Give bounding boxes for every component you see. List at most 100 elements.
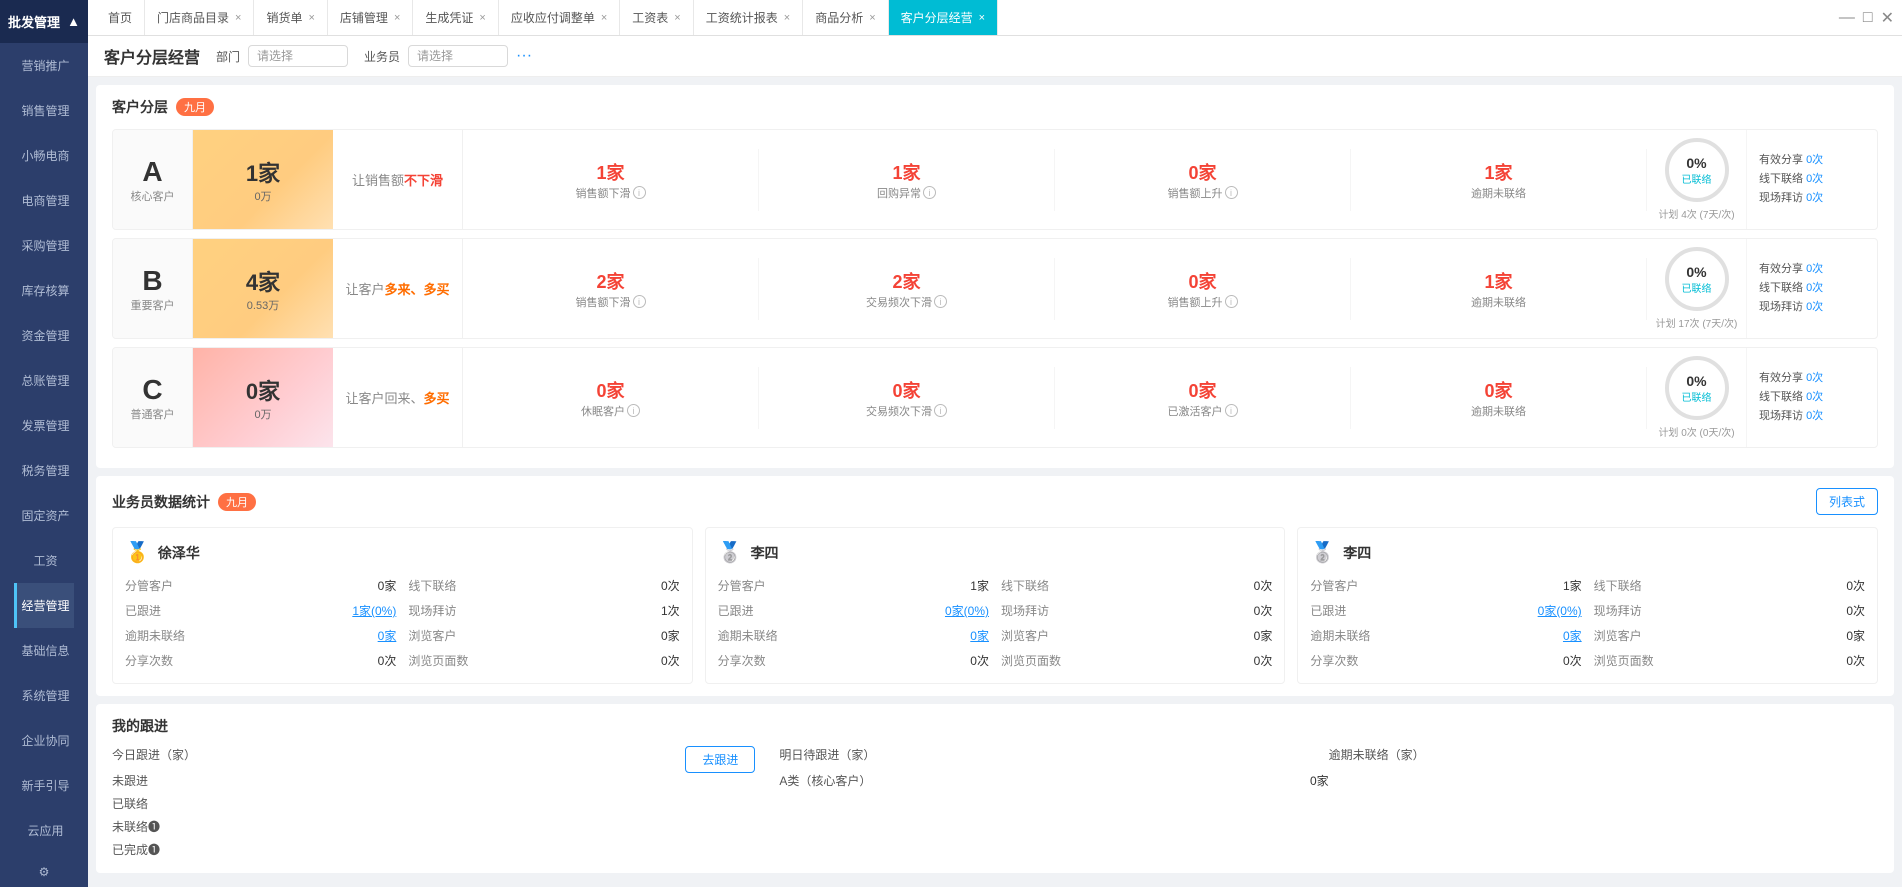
tier-right-row-2-0: 有效分享 0次 — [1759, 369, 1865, 385]
staff-stat-label-2-4: 逾期未联络 — [1310, 627, 1370, 644]
tab-close-6[interactable]: × — [674, 12, 680, 24]
sidebar-header-label: 批发管理 — [8, 12, 60, 31]
sidebar-item-11[interactable]: 工资 — [14, 538, 73, 583]
sidebar-item-6[interactable]: 资金管理 — [14, 313, 73, 358]
tier-slogan-highlight-2: 多买 — [424, 388, 450, 407]
tier-right-col-2: 有效分享 0次线下联络 0次现场拜访 0次 — [1747, 348, 1877, 447]
sidebar-item-1[interactable]: 销售管理 — [14, 88, 73, 133]
sidebar-item-13[interactable]: 基础信息 — [14, 628, 73, 673]
circle-plan-1: 计划 17次 (7天/次) — [1656, 315, 1738, 330]
dept-select[interactable]: 请选择 — [248, 45, 348, 67]
sidebar-settings[interactable]: ⚙ — [0, 853, 88, 887]
staff-stat-value-1-4[interactable]: 0家 — [970, 627, 989, 644]
sidebar-item-2[interactable]: 小畅电商 — [14, 133, 73, 178]
tab-item-5[interactable]: 应收应付调整单× — [499, 0, 620, 36]
sidebar-item-14[interactable]: 系统管理 — [14, 673, 73, 718]
go-follow-col: 去跟进 — [661, 746, 779, 773]
info-icon-0-1[interactable]: i — [923, 186, 936, 199]
stat-label-0-0: 销售额下滑i — [576, 185, 646, 201]
tomorrow-follow-col: 明日待跟进（家） A类（核心客户） 0家 — [779, 746, 1328, 792]
follow-grid: 今日跟进（家） 未跟进 已联络 未联络❶ 已完成❶ — [112, 746, 1878, 861]
tier-name-0: 核心客户 — [131, 188, 175, 204]
tab-item-2[interactable]: 销货单× — [254, 0, 327, 36]
staff-stat-value-2-4[interactable]: 0家 — [1563, 627, 1582, 644]
right-num-2-2: 0次 — [1806, 410, 1823, 422]
tab-item-0[interactable]: 首页 — [96, 0, 145, 36]
info-icon-1-1[interactable]: i — [934, 295, 947, 308]
tier-contact-col-2: 0% 已联络 计划 0次 (0天/次) — [1647, 348, 1747, 447]
staff-stat-row-1-6: 分享次数 0次 — [718, 650, 989, 671]
tier-stat-2-3: 0家逾期未联络 — [1351, 367, 1647, 429]
sidebar-item-16[interactable]: 新手引导 — [14, 763, 73, 808]
sidebar-item-8[interactable]: 发票管理 — [14, 403, 73, 448]
tier-slogan-highlight-1: 多来、多买 — [385, 279, 450, 298]
sidebar-item-9[interactable]: 税务管理 — [14, 448, 73, 493]
staff-card-0: 🥇徐泽华 分管客户 0家 线下联络 0次 已跟进 1家(0%) 现场拜访 1次 … — [112, 527, 693, 684]
tomorrow-num-a: 0家 — [1310, 772, 1329, 789]
info-icon-2-1[interactable]: i — [934, 404, 947, 417]
staff-stat-value-1-2[interactable]: 0家(0%) — [945, 602, 989, 619]
staff-stat-row-0-5: 浏览客户 0家 — [408, 625, 679, 646]
tab-item-6[interactable]: 工资表× — [620, 0, 693, 36]
staff-stat-value-0-4[interactable]: 0家 — [378, 627, 397, 644]
info-icon-0-2[interactable]: i — [1225, 186, 1238, 199]
tab-action-close[interactable]: ✕ — [1881, 8, 1894, 28]
tab-close-7[interactable]: × — [784, 12, 790, 24]
info-icon-1-0[interactable]: i — [633, 295, 646, 308]
main-area: 首页门店商品目录×销货单×店铺管理×生成凭证×应收应付调整单×工资表×工资统计报… — [88, 0, 1902, 887]
info-icon-2-0[interactable]: i — [627, 404, 640, 417]
sidebar-item-0[interactable]: 营销推广 — [14, 43, 73, 88]
sidebar-item-12[interactable]: 经营管理 — [14, 583, 73, 628]
tier-count-sub-2: 0万 — [254, 406, 271, 422]
go-follow-button[interactable]: 去跟进 — [685, 746, 755, 773]
info-icon-2-2[interactable]: i — [1225, 404, 1238, 417]
list-view-button[interactable]: 列表式 — [1816, 488, 1878, 515]
right-label-1-1: 线下联络 — [1759, 282, 1806, 294]
tab-item-8[interactable]: 商品分析× — [803, 0, 888, 36]
sidebar-item-7[interactable]: 总账管理 — [14, 358, 73, 403]
staff-stat-value-0-2[interactable]: 1家(0%) — [352, 602, 396, 619]
staff-stat-row-0-3: 现场拜访 1次 — [408, 600, 679, 621]
staff-stat-value-2-1: 0次 — [1846, 577, 1865, 594]
tab-item-1[interactable]: 门店商品目录× — [145, 0, 254, 36]
tab-close-1[interactable]: × — [235, 12, 241, 24]
tab-close-2[interactable]: × — [308, 12, 314, 24]
tab-action-minus[interactable]: — — [1839, 9, 1855, 27]
tab-item-4[interactable]: 生成凭证× — [413, 0, 498, 36]
staff-select[interactable]: 请选择 — [408, 45, 508, 67]
stat-label-1-3: 逾期未联络 — [1471, 294, 1526, 310]
more-options-icon[interactable]: ··· — [516, 47, 532, 65]
tab-item-3[interactable]: 店铺管理× — [328, 0, 413, 36]
sidebar-item-5[interactable]: 库存核算 — [14, 268, 73, 313]
staff-card-1: 🥈李四 分管客户 1家 线下联络 0次 已跟进 0家(0%) 现场拜访 0次 逾… — [705, 527, 1286, 684]
info-icon-1-2[interactable]: i — [1225, 295, 1238, 308]
staff-header-2: 🥈李四 — [1310, 540, 1865, 565]
tab-close-3[interactable]: × — [394, 12, 400, 24]
tab-close-5[interactable]: × — [601, 12, 607, 24]
staff-stat-label-1-0: 分管客户 — [718, 577, 766, 594]
tab-action-square[interactable]: □ — [1863, 9, 1873, 27]
tier-count-sub-1: 0.53万 — [247, 297, 279, 313]
tab-close-4[interactable]: × — [479, 12, 485, 24]
today-row-1: 未跟进 — [112, 769, 661, 792]
sidebar-item-4[interactable]: 采购管理 — [14, 223, 73, 268]
sidebar-item-15[interactable]: 企业协同 — [14, 718, 73, 763]
stat-num-2-2: 0家 — [1188, 377, 1216, 403]
sidebar-item-17[interactable]: 云应用 — [14, 808, 73, 853]
info-icon-0-0[interactable]: i — [633, 186, 646, 199]
tab-item-9[interactable]: 客户分层经营× — [889, 0, 998, 36]
staff-stat-label-0-1: 线下联络 — [408, 577, 456, 594]
tab-close-9[interactable]: × — [979, 12, 985, 24]
staff-stat-value-2-2[interactable]: 0家(0%) — [1538, 602, 1582, 619]
stat-label-1-2: 销售额上升i — [1168, 294, 1238, 310]
tab-close-8[interactable]: × — [869, 12, 875, 24]
sidebar-item-3[interactable]: 电商管理 — [14, 178, 73, 223]
staff-label: 业务员 — [364, 48, 400, 65]
circle-pct-1: 0% — [1686, 264, 1706, 280]
staff-stat-row-1-1: 线下联络 0次 — [1001, 575, 1272, 596]
tier-count-sub-0: 0万 — [254, 188, 271, 204]
tab-item-7[interactable]: 工资统计报表× — [694, 0, 803, 36]
sidebar-item-10[interactable]: 固定资产 — [14, 493, 73, 538]
tier-count-num-2: 0家 — [246, 374, 280, 406]
sidebar-header[interactable]: 批发管理 ▲ — [0, 0, 88, 43]
